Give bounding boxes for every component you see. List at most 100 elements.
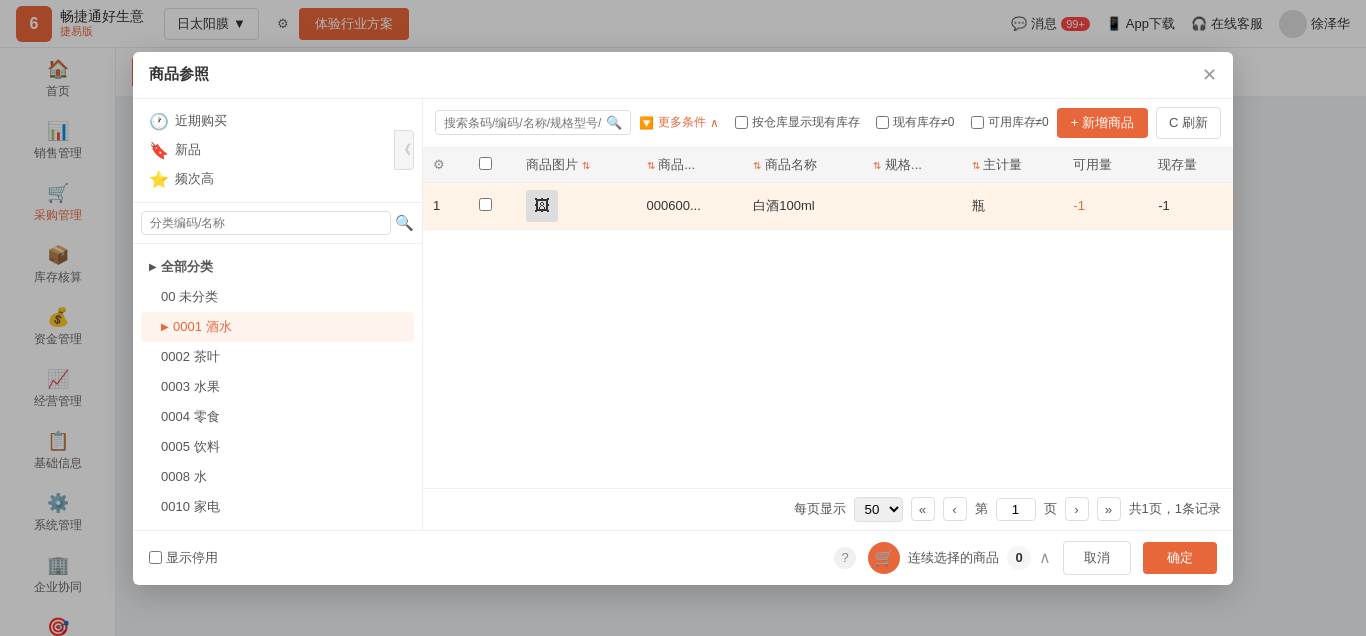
tree-item-all[interactable]: ▶ 全部分类: [141, 252, 414, 282]
show-disabled-checkbox-label[interactable]: 显示停用: [149, 549, 218, 567]
modal-close-button[interactable]: ✕: [1202, 64, 1217, 86]
tree-label-uncategorized: 00 未分类: [161, 288, 218, 306]
category-tree: ▶ 全部分类 00 未分类 ▶ 0001 酒水 0002 茶叶 0003 水果: [133, 244, 422, 530]
filter-label-freq: 频次高: [175, 170, 214, 188]
arrow-icon-liquor: ▶: [161, 321, 169, 332]
sort-code-icon: ⇅: [647, 160, 655, 171]
arrow-icon-all: ▶: [149, 261, 157, 272]
page-suffix: 页: [1044, 500, 1057, 518]
tree-label-appliance: 0010 家电: [161, 498, 220, 516]
category-search-row: 🔍: [133, 203, 422, 244]
filter-icon: 🔽: [639, 116, 654, 130]
checkbox-available[interactable]: [971, 116, 984, 129]
col-name[interactable]: ⇅ 商品名称: [743, 148, 863, 183]
col-spec[interactable]: ⇅ 规格...: [863, 148, 961, 183]
tree-label-tea: 0002 茶叶: [161, 348, 220, 366]
tree-label-snack: 0004 零食: [161, 408, 220, 426]
tree-label-water: 0008 水: [161, 468, 207, 486]
col-code[interactable]: ⇅ 商品...: [637, 148, 744, 183]
cell-code: 000600...: [637, 182, 744, 229]
show-disabled-checkbox[interactable]: [149, 551, 162, 564]
col-available[interactable]: 可用量: [1063, 148, 1148, 183]
add-product-button[interactable]: + 新增商品: [1057, 108, 1148, 138]
table-row[interactable]: 1 🖼 000600... 白酒100ml 瓶 -1 -1: [423, 182, 1233, 229]
filter-label-new: 新品: [175, 141, 201, 159]
cancel-button[interactable]: 取消: [1063, 541, 1131, 575]
modal-overlay: 商品参照 ✕ 🕐 近期购买 🔖 新品: [0, 0, 1366, 636]
search-icon[interactable]: 🔍: [606, 115, 622, 130]
checkbox-warehouse[interactable]: [735, 116, 748, 129]
more-conditions-button[interactable]: 🔽 更多条件 ∧: [639, 114, 719, 131]
checkbox-available-label[interactable]: 可用库存≠0: [971, 114, 1049, 131]
help-icon[interactable]: ?: [834, 547, 856, 569]
cell-image: 🖼: [516, 182, 636, 229]
per-page-select[interactable]: 50: [854, 497, 903, 522]
sort-spec-icon: ⇅: [873, 160, 881, 171]
col-image[interactable]: 商品图片 ⇅: [516, 148, 636, 183]
total-info: 共1页，1条记录: [1129, 500, 1221, 518]
modal-body: 🕐 近期购买 🔖 新品 ⭐ 频次高: [133, 99, 1233, 530]
cell-stock: -1: [1148, 182, 1233, 229]
checkbox-warehouse-text: 按仓库显示现有库存: [752, 114, 860, 131]
col-checkbox[interactable]: [469, 148, 516, 183]
confirm-button[interactable]: 确定: [1143, 542, 1217, 574]
col-settings[interactable]: ⚙: [423, 148, 469, 183]
modal-title: 商品参照: [149, 65, 209, 84]
checkbox-stock-text: 现有库存≠0: [893, 114, 954, 131]
tree-item-appliance[interactable]: 0010 家电: [141, 492, 414, 522]
tree-item-drink[interactable]: 0005 饮料: [141, 432, 414, 462]
filter-recent-purchase[interactable]: 🕐 近期购买: [141, 107, 394, 136]
checkbox-warehouse-label[interactable]: 按仓库显示现有库存: [735, 114, 860, 131]
cell-available: -1: [1063, 182, 1148, 229]
modal-header: 商品参照 ✕: [133, 52, 1233, 99]
tree-item-uncategorized[interactable]: 00 未分类: [141, 282, 414, 312]
filter-new-products[interactable]: 🔖 新品: [141, 136, 394, 165]
filter-high-frequency[interactable]: ⭐ 频次高: [141, 165, 394, 194]
tree-label-fruit: 0003 水果: [161, 378, 220, 396]
page-first-button[interactable]: «: [911, 497, 935, 521]
tree-label-all: 全部分类: [161, 258, 213, 276]
page-prev-button[interactable]: ‹: [943, 497, 967, 521]
product-table-area: ⚙ 商品图片 ⇅ ⇅ 商品...: [423, 148, 1233, 488]
refresh-button[interactable]: C 刷新: [1156, 107, 1221, 139]
tree-item-liquor[interactable]: ▶ 0001 酒水: [141, 312, 414, 342]
page-next-button[interactable]: ›: [1065, 497, 1089, 521]
tree-item-tea[interactable]: 0002 茶叶: [141, 342, 414, 372]
category-search-input[interactable]: [141, 211, 391, 235]
modal-footer: 显示停用 ? 🛒 连续选择的商品 0 ∧ 取消 确定: [133, 530, 1233, 585]
cart-icon[interactable]: 🛒: [868, 542, 900, 574]
cell-spec: [863, 182, 961, 229]
collapse-panel-button[interactable]: 《: [394, 130, 414, 170]
collapse-cart-button[interactable]: ∧: [1039, 548, 1051, 567]
col-stock[interactable]: 现存量: [1148, 148, 1233, 183]
pagination: 每页显示 50 « ‹ 第 页 › » 共1页，1条记录: [423, 488, 1233, 530]
left-panel: 🕐 近期购买 🔖 新品 ⭐ 频次高: [133, 99, 423, 530]
cart-count: 0: [1007, 546, 1031, 570]
product-table: ⚙ 商品图片 ⇅ ⇅ 商品...: [423, 148, 1233, 230]
chevron-up-icon: ∧: [710, 116, 719, 130]
cell-name: 白酒100ml: [743, 182, 863, 229]
cell-checkbox[interactable]: [469, 182, 516, 229]
footer-right: ? 🛒 连续选择的商品 0 ∧ 取消 确定: [834, 541, 1217, 575]
product-search-bar: 🔍: [435, 110, 631, 135]
cell-unit: 瓶: [962, 182, 1064, 229]
category-search-icon[interactable]: 🔍: [395, 214, 414, 232]
col-unit[interactable]: ⇅ 主计量: [962, 148, 1064, 183]
sort-name-icon: ⇅: [753, 160, 761, 171]
checkbox-stock-label[interactable]: 现有库存≠0: [876, 114, 954, 131]
recent-icon: 🕐: [149, 112, 169, 131]
new-icon: 🔖: [149, 141, 169, 160]
page-input[interactable]: [996, 498, 1036, 521]
filter-label-recent: 近期购买: [175, 112, 227, 130]
tree-item-fruit[interactable]: 0003 水果: [141, 372, 414, 402]
tree-item-water[interactable]: 0008 水: [141, 462, 414, 492]
cart-area: 🛒 连续选择的商品 0 ∧: [868, 542, 1051, 574]
checkbox-stock[interactable]: [876, 116, 889, 129]
product-search-input[interactable]: [444, 116, 602, 130]
select-all-checkbox[interactable]: [479, 157, 492, 170]
show-disabled-label: 显示停用: [166, 549, 218, 567]
row-checkbox[interactable]: [479, 198, 492, 211]
tree-item-snack[interactable]: 0004 零食: [141, 402, 414, 432]
table-toolbar: 🔍 🔽 更多条件 ∧ 按仓库显示现有库存 现有库存≠0: [423, 99, 1233, 148]
page-last-button[interactable]: »: [1097, 497, 1121, 521]
